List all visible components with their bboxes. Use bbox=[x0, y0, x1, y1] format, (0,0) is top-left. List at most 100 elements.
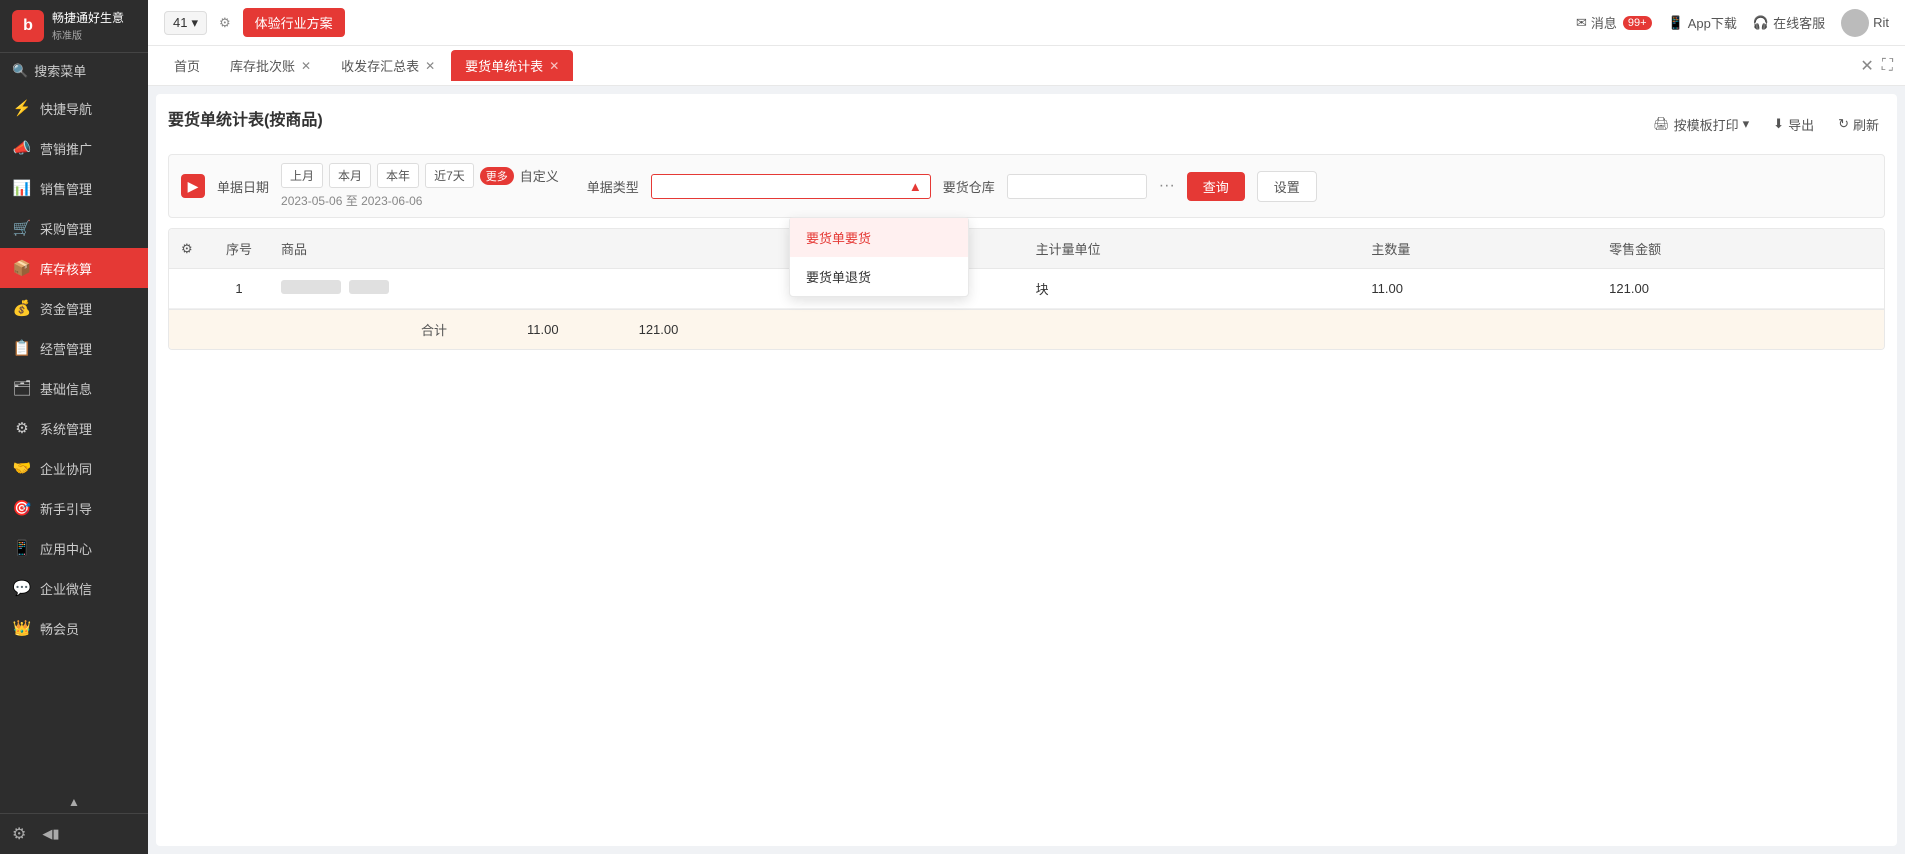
guide-icon: 🎯 bbox=[12, 498, 32, 518]
sidebar-item-wechat[interactable]: 💬 企业微信 bbox=[0, 568, 148, 608]
sidebar-item-label: 销售管理 bbox=[40, 179, 92, 198]
inventory-icon: 📦 bbox=[12, 258, 32, 278]
tab-order-stats[interactable]: 要货单统计表 ✕ bbox=[451, 50, 573, 81]
user-avatar-area[interactable]: Rit bbox=[1841, 9, 1889, 37]
system-icon: ⚙ bbox=[12, 418, 32, 438]
tab-home[interactable]: 首页 bbox=[160, 50, 214, 81]
query-btn[interactable]: 查询 bbox=[1187, 172, 1245, 201]
sidebar-item-quick-nav[interactable]: ⚡ 快捷导航 bbox=[0, 88, 148, 128]
tab-expand-btn[interactable]: ⛶ bbox=[1882, 57, 1893, 75]
tab-label: 收发存汇总表 bbox=[341, 56, 419, 75]
td-no: 1 bbox=[209, 269, 269, 309]
logo-icon: b bbox=[12, 10, 44, 42]
date-last-month-btn[interactable]: 上月 bbox=[281, 163, 323, 188]
operations-icon: 📋 bbox=[12, 338, 32, 358]
sidebar-item-purchase[interactable]: 🛒 采购管理 bbox=[0, 208, 148, 248]
sidebar-item-enterprise[interactable]: 🤝 企业协同 bbox=[0, 448, 148, 488]
tab-batch-account[interactable]: 库存批次账 ✕ bbox=[216, 50, 325, 81]
sidebar-item-app-center[interactable]: 📱 应用中心 bbox=[0, 528, 148, 568]
table-footer: 合计 11.00 121.00 bbox=[169, 309, 1884, 349]
td-settings bbox=[169, 269, 209, 309]
sidebar-item-member[interactable]: 👑 畅会员 bbox=[0, 608, 148, 648]
date-this-month-btn[interactable]: 本月 bbox=[329, 163, 371, 188]
chevron-down-icon: ▾ bbox=[1743, 116, 1750, 132]
message-icon: ✉ bbox=[1576, 15, 1587, 31]
date-this-year-btn[interactable]: 本年 bbox=[377, 163, 419, 188]
user-avatar bbox=[1841, 9, 1869, 37]
table-row: 1 块 11.00 121.00 bbox=[169, 269, 1884, 309]
sidebar-nav: ⚡ 快捷导航 📣 营销推广 📊 销售管理 🛒 采购管理 📦 库存核算 💰 资金管… bbox=[0, 88, 148, 791]
footer-label: 合计 bbox=[181, 320, 447, 339]
online-service-btn[interactable]: 🎧 在线客服 bbox=[1753, 13, 1825, 32]
date-range: 2023-05-06 至 2023-06-06 bbox=[281, 192, 559, 209]
th-settings[interactable]: ⚙ bbox=[169, 229, 209, 269]
sidebar-item-label: 经营管理 bbox=[40, 339, 92, 358]
sidebar-item-sales[interactable]: 📊 销售管理 bbox=[0, 168, 148, 208]
print-icon: 🖨 bbox=[1653, 116, 1670, 132]
sidebar-item-marketing[interactable]: 📣 营销推广 bbox=[0, 128, 148, 168]
sidebar-item-label: 营销推广 bbox=[40, 139, 92, 158]
tab-label: 要货单统计表 bbox=[465, 56, 543, 75]
app-download-btn[interactable]: 📱 App下载 bbox=[1668, 13, 1737, 32]
breadcrumb-select[interactable]: 41 ▾ bbox=[164, 11, 207, 35]
date-hot-badge[interactable]: 更多 bbox=[480, 167, 514, 185]
toolbar: 🖨 按模板打印 ▾ ⬇ 导出 ↻ 刷新 bbox=[1647, 111, 1885, 138]
chevron-down-icon: ▾ bbox=[191, 15, 198, 31]
type-label: 单据类型 bbox=[587, 177, 639, 196]
settings-gear-icon[interactable]: ⚙ bbox=[181, 241, 193, 256]
trial-btn[interactable]: 体验行业方案 bbox=[243, 8, 345, 37]
sidebar-item-inventory[interactable]: 📦 库存核算 bbox=[0, 248, 148, 288]
topbar-gear-icon[interactable]: ⚙ bbox=[219, 15, 231, 31]
tab-label: 首页 bbox=[174, 56, 200, 75]
app-version: 标准版 bbox=[52, 27, 124, 42]
main-area: 41 ▾ ⚙ 体验行业方案 ✉ 消息 99+ 📱 App下载 🎧 在线客服 R bbox=[148, 0, 1905, 854]
basic-info-icon: 🗂 bbox=[12, 378, 32, 398]
dropdown-item-order-goods[interactable]: 要货单要货 bbox=[790, 218, 968, 257]
member-icon: 👑 bbox=[12, 618, 32, 638]
sidebar: b 畅捷通好生意 标准版 🔍 搜索菜单 ⚡ 快捷导航 📣 营销推广 📊 销售管理… bbox=[0, 0, 148, 854]
tab-close-icon[interactable]: ✕ bbox=[549, 59, 559, 73]
type-select[interactable]: ▲ bbox=[651, 174, 931, 199]
tab-close-all-btn[interactable]: ✕ bbox=[1860, 56, 1873, 76]
collapse-icon[interactable]: ◀▮ bbox=[42, 826, 59, 842]
page: 要货单统计表(按商品) 🖨 按模板打印 ▾ ⬇ 导出 ↻ 刷新 bbox=[156, 94, 1897, 846]
search-menu[interactable]: 🔍 搜索菜单 bbox=[0, 53, 148, 88]
date-custom-btn[interactable]: 自定义 bbox=[520, 166, 559, 185]
dropdown-item-order-return[interactable]: 要货单退货 bbox=[790, 257, 968, 296]
settings-icon[interactable]: ⚙ bbox=[12, 824, 26, 844]
sidebar-item-finance[interactable]: 💰 资金管理 bbox=[0, 288, 148, 328]
export-btn[interactable]: ⬇ 导出 bbox=[1767, 111, 1820, 138]
app-center-icon: 📱 bbox=[12, 538, 32, 558]
app-download-label: App下载 bbox=[1688, 13, 1737, 32]
sidebar-item-guide[interactable]: 🎯 新手引导 bbox=[0, 488, 148, 528]
th-amount: 零售金额 bbox=[1597, 229, 1884, 269]
refresh-btn[interactable]: ↻ 刷新 bbox=[1832, 111, 1885, 138]
setting-btn[interactable]: 设置 bbox=[1257, 171, 1317, 202]
tab-close-icon[interactable]: ✕ bbox=[301, 59, 311, 73]
filter-expand-btn[interactable]: ▶ bbox=[181, 174, 205, 198]
quick-nav-icon: ⚡ bbox=[12, 98, 32, 118]
td-unit: 块 bbox=[1024, 269, 1360, 309]
breadcrumb-num: 41 bbox=[173, 15, 187, 30]
sidebar-item-label: 畅会员 bbox=[40, 619, 79, 638]
scroll-up-btn[interactable]: ▲ bbox=[0, 791, 148, 813]
td-quantity: 11.00 bbox=[1359, 269, 1597, 309]
content-area: 要货单统计表(按商品) 🖨 按模板打印 ▾ ⬇ 导出 ↻ 刷新 bbox=[148, 86, 1905, 854]
messages-btn[interactable]: ✉ 消息 99+ bbox=[1576, 13, 1652, 32]
chevron-up-icon: ▲ bbox=[68, 795, 80, 809]
topbar-right: ✉ 消息 99+ 📱 App下载 🎧 在线客服 Rit bbox=[1576, 9, 1889, 37]
warehouse-input[interactable] bbox=[1007, 174, 1147, 199]
tab-close-icon[interactable]: ✕ bbox=[425, 59, 435, 73]
more-filter-btn[interactable]: ··· bbox=[1159, 177, 1175, 195]
message-badge: 99+ bbox=[1623, 16, 1652, 30]
print-btn[interactable]: 🖨 按模板打印 ▾ bbox=[1647, 111, 1755, 138]
date-label: 单据日期 bbox=[217, 177, 269, 196]
date-7days-btn[interactable]: 近7天 bbox=[425, 163, 474, 188]
sidebar-item-label: 新手引导 bbox=[40, 499, 92, 518]
sidebar-item-system[interactable]: ⚙ 系统管理 bbox=[0, 408, 148, 448]
export-icon: ⬇ bbox=[1773, 116, 1784, 132]
tab-receivable-summary[interactable]: 收发存汇总表 ✕ bbox=[327, 50, 449, 81]
sidebar-item-operations[interactable]: 📋 经营管理 bbox=[0, 328, 148, 368]
sidebar-item-basic-info[interactable]: 🗂 基础信息 bbox=[0, 368, 148, 408]
table-header-row: ⚙ 序号 商品 主计量单位 主数量 零售金额 bbox=[169, 229, 1884, 269]
